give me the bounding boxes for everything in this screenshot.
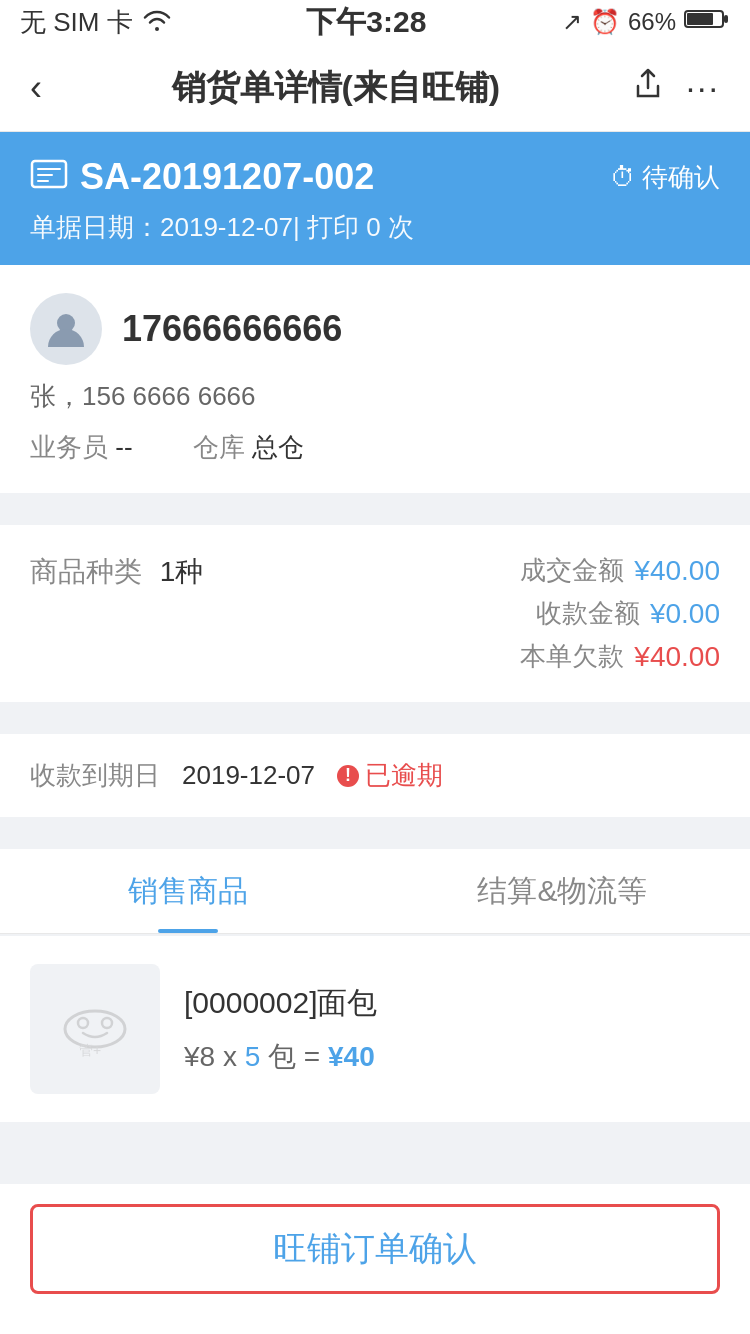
quantity: 5: [245, 1041, 261, 1072]
customer-card: 17666666666 张，156 6666 6666 业务员 -- 仓库 总仓: [0, 265, 750, 493]
page-title: 销货单详情(来自旺铺): [172, 65, 501, 111]
nav-right: ···: [630, 66, 720, 109]
battery-level: 66%: [628, 8, 676, 36]
more-icon[interactable]: ···: [686, 68, 720, 107]
status-right: ↗ ⏰ 66%: [562, 8, 730, 36]
nav-left: ‹: [30, 67, 42, 109]
svg-rect-2: [724, 15, 728, 23]
amount-value: ¥40.00: [634, 555, 720, 587]
product-kind: 商品种类 1种: [30, 553, 203, 591]
tabs-bar: 销售商品 结算&物流等: [0, 849, 750, 934]
svg-rect-1: [687, 13, 713, 25]
multiply-sign: x: [223, 1041, 245, 1072]
overdue-icon: !: [337, 765, 359, 787]
product-name: [0000002]面包: [184, 983, 720, 1024]
order-status: ⏱ 待确认: [610, 160, 720, 195]
overdue-text: 已逾期: [365, 758, 443, 793]
total-price: ¥40: [328, 1041, 375, 1072]
summary-card: 商品种类 1种 成交金额 ¥40.00 收款金额 ¥0.00 本单欠款 ¥40.…: [0, 525, 750, 702]
order-date: 单据日期：2019-12-07| 打印 0 次: [30, 210, 720, 245]
owed-value: ¥40.00: [634, 641, 720, 673]
product-thumbnail: 管+: [30, 964, 160, 1094]
overdue-badge: ! 已逾期: [337, 758, 443, 793]
salesperson-value: --: [115, 432, 132, 462]
divider-3: [0, 833, 750, 849]
svg-point-7: [102, 1018, 112, 1028]
battery-icon: [684, 8, 730, 36]
location-icon: ↗: [562, 8, 582, 36]
tab-settlement-logistics[interactable]: 结算&物流等: [375, 849, 750, 933]
avatar: [30, 293, 102, 365]
nav-bar: ‹ 销货单详情(来自旺铺) ···: [0, 44, 750, 132]
amount-label: 成交金额: [520, 553, 624, 588]
wifi-icon: [143, 7, 171, 38]
time-display: 下午3:28: [306, 2, 426, 43]
due-label: 收款到期日: [30, 758, 160, 793]
tab-sales-products[interactable]: 销售商品: [0, 849, 375, 933]
status-bar: 无 SIM 卡 下午3:28 ↗ ⏰ 66%: [0, 0, 750, 44]
financial-summary: 成交金额 ¥40.00 收款金额 ¥0.00 本单欠款 ¥40.00: [520, 553, 720, 674]
customer-name: 张，156 6666 6666: [30, 379, 720, 414]
product-price: ¥8 x 5 包 = ¥40: [184, 1038, 720, 1076]
equals-sign: =: [304, 1041, 328, 1072]
sim-signal: 无 SIM 卡: [20, 5, 133, 40]
back-button[interactable]: ‹: [30, 67, 42, 109]
alarm-icon: ⏰: [590, 8, 620, 36]
share-icon[interactable]: [630, 66, 666, 109]
product-list: 管+ [0000002]面包 ¥8 x 5 包 = ¥40: [0, 936, 750, 1122]
order-banner: SA-20191207-002 ⏱ 待确认 单据日期：2019-12-07| 打…: [0, 132, 750, 265]
order-icon: [30, 156, 68, 198]
warehouse-label: 仓库: [193, 432, 245, 462]
salesperson-label: 业务员: [30, 432, 108, 462]
status-left: 无 SIM 卡: [20, 5, 171, 40]
unit-price: ¥8: [184, 1041, 215, 1072]
owed-label: 本单欠款: [520, 639, 624, 674]
clock-icon: ⏱: [610, 162, 636, 193]
received-label: 收款金额: [536, 596, 640, 631]
warehouse-value: 总仓: [252, 432, 304, 462]
divider-2: [0, 718, 750, 734]
customer-phone: 17666666666: [122, 308, 342, 350]
product-item: 管+ [0000002]面包 ¥8 x 5 包 = ¥40: [0, 936, 750, 1122]
received-value: ¥0.00: [650, 598, 720, 630]
order-id: SA-20191207-002: [30, 156, 374, 198]
svg-text:管+: 管+: [79, 1042, 101, 1058]
confirm-button[interactable]: 旺铺订单确认: [30, 1204, 720, 1294]
due-date-value: 2019-12-07: [182, 760, 315, 791]
product-info: [0000002]面包 ¥8 x 5 包 = ¥40: [184, 983, 720, 1076]
customer-meta: 业务员 -- 仓库 总仓: [30, 430, 720, 465]
divider-1: [0, 509, 750, 525]
due-date-card: 收款到期日 2019-12-07 ! 已逾期: [0, 734, 750, 817]
unit: 包: [268, 1041, 296, 1072]
confirm-button-wrap: 旺铺订单确认: [0, 1184, 750, 1334]
svg-point-6: [78, 1018, 88, 1028]
